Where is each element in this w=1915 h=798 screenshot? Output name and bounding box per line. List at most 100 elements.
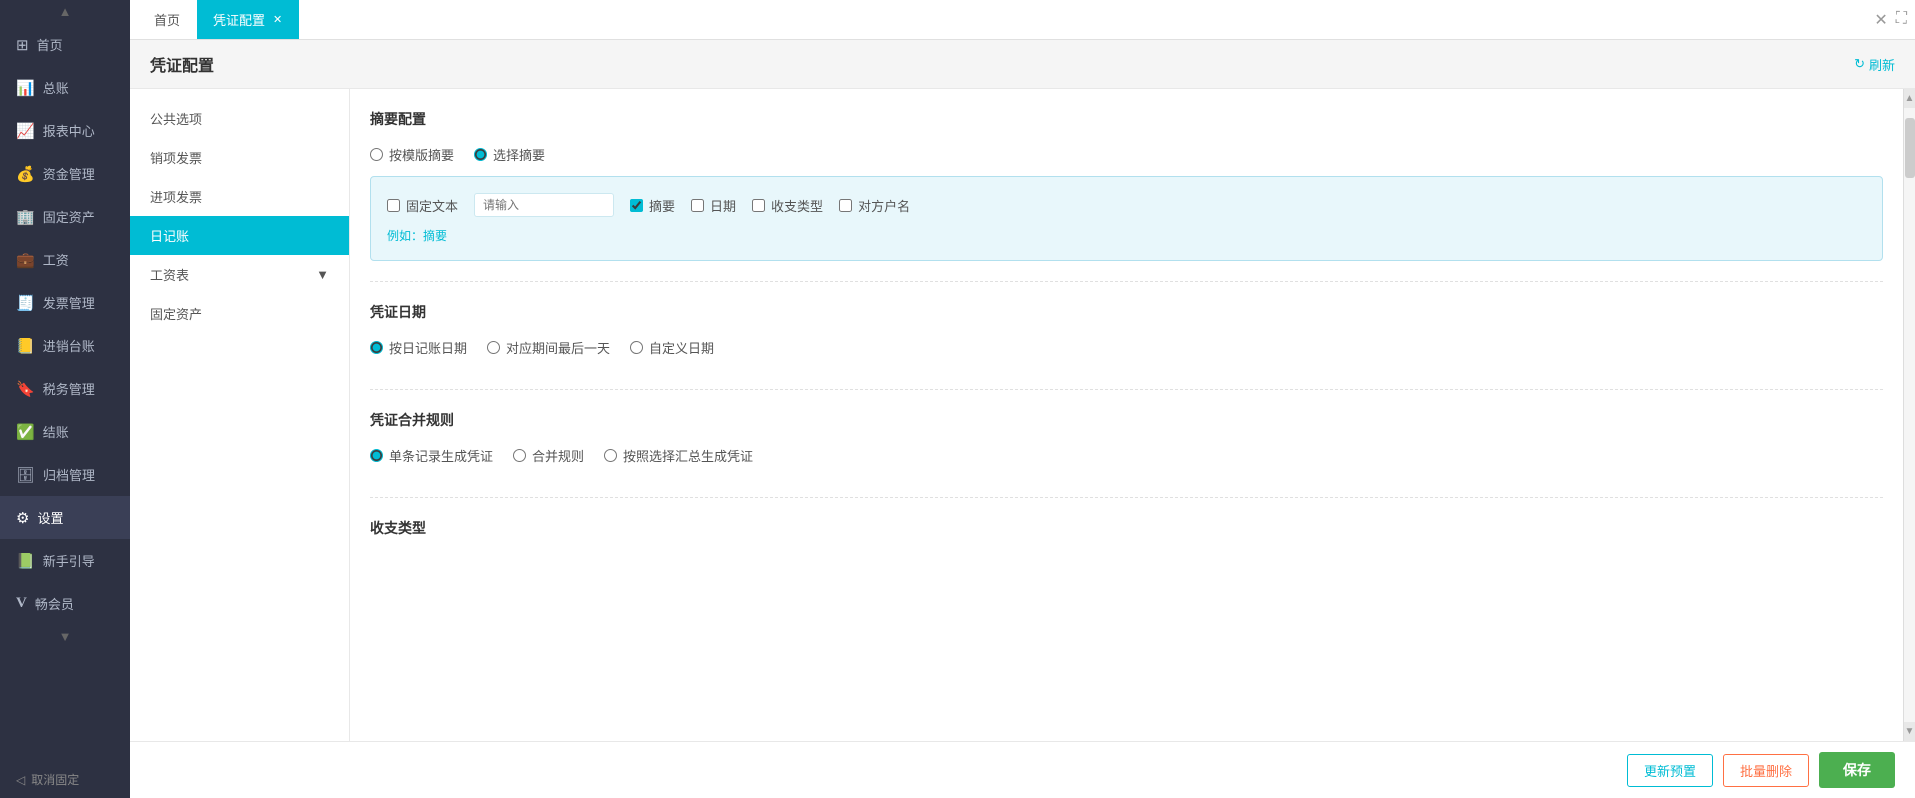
summary-example: 例如：摘要	[387, 227, 1866, 244]
sidebar-scroll-up[interactable]: ▲	[0, 0, 130, 23]
tab-voucher-config-label: 凭证配置	[213, 10, 265, 29]
sidebar-item-label: 畅会员	[35, 594, 74, 613]
sidebar-item-ledger[interactable]: 📊 总账	[0, 66, 130, 109]
merge-section-title: 凭证合并规则	[370, 410, 1883, 430]
merge-radio-row: 单条记录生成凭证 合并规则 按照选择汇总生成凭证	[370, 446, 1883, 465]
journal-date-option[interactable]: 按日记账日期	[370, 338, 467, 357]
counterpart-name-option[interactable]: 对方户名	[839, 196, 910, 215]
sidebar-item-label: 设置	[37, 508, 63, 527]
scroll-track	[1904, 108, 1915, 722]
sidebar-item-reports[interactable]: 📈 报表中心	[0, 109, 130, 152]
refresh-button[interactable]: ↻ 刷新	[1854, 55, 1895, 74]
date-option[interactable]: 日期	[691, 196, 736, 215]
scroll-up-button[interactable]: ▲	[1904, 89, 1915, 108]
template-summary-option[interactable]: 按模版摘要	[370, 145, 454, 164]
journal-date-radio[interactable]	[370, 341, 383, 354]
fixed-text-label: 固定文本	[406, 196, 458, 215]
counterpart-name-checkbox[interactable]	[839, 199, 852, 212]
sidebar-item-guide[interactable]: 📗 新手引导	[0, 539, 130, 582]
refresh-icon: ↻	[1854, 56, 1865, 72]
sidebar-item-vip[interactable]: V 畅会员	[0, 582, 130, 625]
tab-bar-actions: ✕ ⛶	[1874, 10, 1907, 30]
refresh-label: 刷新	[1869, 55, 1895, 74]
fixed-text-input[interactable]	[474, 193, 614, 217]
tab-home[interactable]: 首页	[138, 0, 197, 39]
sidebar-item-label: 报表中心	[43, 121, 95, 140]
summary-generate-radio[interactable]	[604, 449, 617, 462]
abstract-checkbox[interactable]	[630, 199, 643, 212]
sidebar-item-archive[interactable]: 🗄 归档管理	[0, 453, 130, 496]
period-last-day-option[interactable]: 对应期间最后一天	[487, 338, 610, 357]
counterpart-name-label: 对方户名	[858, 196, 910, 215]
single-record-radio[interactable]	[370, 449, 383, 462]
template-summary-radio[interactable]	[370, 148, 383, 161]
sidebar-item-label: 进销台账	[43, 336, 95, 355]
merge-section: 凭证合并规则 单条记录生成凭证 合并规则 按照选择汇总生成凭证	[370, 410, 1883, 498]
sidebar-item-label: 结账	[43, 422, 69, 441]
single-record-label: 单条记录生成凭证	[389, 446, 493, 465]
sidebar: ▲ ⊞ 首页 📊 总账 📈 报表中心 💰 资金管理 🏢 固定资产 💼 工资 🧾 …	[0, 0, 130, 798]
summary-generate-option[interactable]: 按照选择汇总生成凭证	[604, 446, 753, 465]
sidebar-item-label: 首页	[37, 35, 63, 54]
select-summary-option[interactable]: 选择摘要	[474, 145, 545, 164]
date-radio-row: 按日记账日期 对应期间最后一天 自定义日期	[370, 338, 1883, 357]
assets-icon: 🏢	[16, 208, 35, 226]
tab-bar: 首页 凭证配置 ✕ ✕ ⛶	[130, 0, 1915, 40]
page-title: 凭证配置	[150, 52, 214, 76]
archive-icon: 🗄	[16, 466, 35, 484]
period-last-day-radio[interactable]	[487, 341, 500, 354]
reports-icon: 📈	[16, 122, 35, 140]
sidebar-item-funds[interactable]: 💰 资金管理	[0, 152, 130, 195]
custom-date-option[interactable]: 自定义日期	[630, 338, 714, 357]
left-nav-journal[interactable]: 日记账	[130, 216, 349, 255]
left-nav-public-options[interactable]: 公共选项	[130, 99, 349, 138]
window-close-icon[interactable]: ✕	[1874, 10, 1887, 30]
left-nav-purchase-invoice[interactable]: 进项发票	[130, 177, 349, 216]
custom-date-radio[interactable]	[630, 341, 643, 354]
scroll-thumb[interactable]	[1905, 118, 1915, 178]
save-button[interactable]: 保存	[1819, 752, 1895, 788]
merge-rule-option[interactable]: 合并规则	[513, 446, 584, 465]
tab-voucher-config[interactable]: 凭证配置 ✕	[197, 0, 299, 39]
left-nav: 公共选项 销项发票 进项发票 日记账 工资表 ▼ 固定资产	[130, 89, 350, 741]
batch-delete-button[interactable]: 批量删除	[1723, 754, 1809, 787]
abstract-label: 摘要	[649, 196, 675, 215]
scroll-down-button[interactable]: ▼	[1904, 722, 1915, 741]
sidebar-item-trading[interactable]: 📒 进销台账	[0, 324, 130, 367]
fixed-text-checkbox[interactable]	[387, 199, 400, 212]
merge-rule-radio[interactable]	[513, 449, 526, 462]
salary-icon: 💼	[16, 251, 35, 269]
sidebar-item-checkout[interactable]: ✅ 结账	[0, 410, 130, 453]
sidebar-item-assets[interactable]: 🏢 固定资产	[0, 195, 130, 238]
sidebar-scroll-down[interactable]: ▼	[0, 625, 130, 648]
sidebar-item-settings[interactable]: ⚙ 设置	[0, 496, 130, 539]
income-type-option[interactable]: 收支类型	[752, 196, 823, 215]
custom-date-label: 自定义日期	[649, 338, 714, 357]
sidebar-item-label: 税务管理	[43, 379, 95, 398]
single-record-option[interactable]: 单条记录生成凭证	[370, 446, 493, 465]
chevron-down-icon: ▼	[316, 267, 329, 282]
tab-close-icon[interactable]: ✕	[273, 13, 282, 26]
sidebar-item-tax[interactable]: 🔖 税务管理	[0, 367, 130, 410]
sidebar-item-invoice[interactable]: 🧾 发票管理	[0, 281, 130, 324]
fixed-text-option[interactable]: 固定文本	[387, 196, 458, 215]
window-maximize-icon[interactable]: ⛶	[1896, 10, 1907, 30]
sidebar-item-home[interactable]: ⊞ 首页	[0, 23, 130, 66]
bottom-bar: 更新预置 批量删除 保存	[130, 741, 1915, 798]
income-type-checkbox[interactable]	[752, 199, 765, 212]
settings-icon: ⚙	[16, 509, 29, 527]
left-nav-sales-invoice[interactable]: 销项发票	[130, 138, 349, 177]
main-area: 首页 凭证配置 ✕ ✕ ⛶ 凭证配置 ↻ 刷新 公共选项	[130, 0, 1915, 798]
sidebar-item-label: 工资	[43, 250, 69, 269]
left-nav-fixed-assets[interactable]: 固定资产	[130, 294, 349, 333]
abstract-option[interactable]: 摘要	[630, 196, 675, 215]
date-label: 日期	[710, 196, 736, 215]
sidebar-item-salary[interactable]: 💼 工资	[0, 238, 130, 281]
left-nav-salary-table[interactable]: 工资表 ▼	[130, 255, 349, 294]
sidebar-unpin-button[interactable]: ◁ 取消固定	[0, 761, 130, 798]
update-preview-button[interactable]: 更新预置	[1627, 754, 1713, 787]
date-checkbox[interactable]	[691, 199, 704, 212]
outer-scrollbar[interactable]: ▲ ▼	[1903, 89, 1915, 741]
trading-icon: 📒	[16, 337, 35, 355]
select-summary-radio[interactable]	[474, 148, 487, 161]
